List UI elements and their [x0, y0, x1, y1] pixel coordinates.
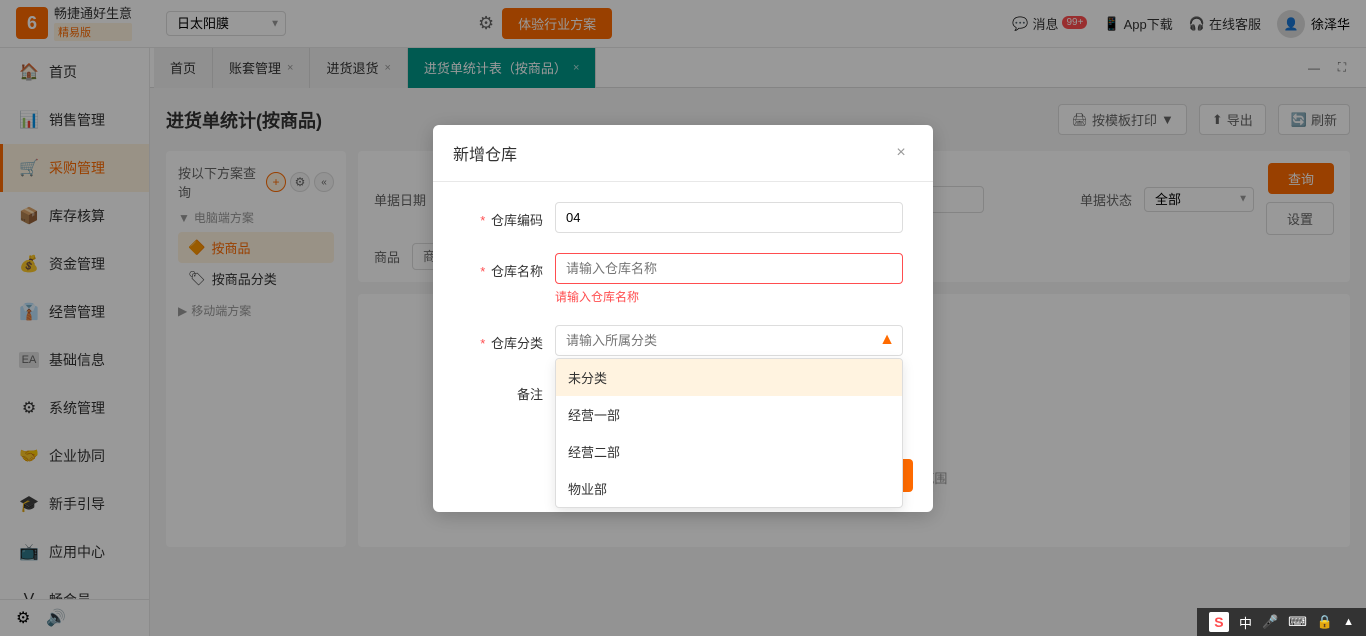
- modal-overlay: 新增仓库 × * 仓库编码 * 仓库名称: [0, 0, 1366, 636]
- warehouse-category-control: ▲ 未分类 经营一部 经营二部 物业部: [555, 325, 903, 356]
- required-star-name: *: [480, 264, 485, 279]
- dropdown-item-dept1[interactable]: 经营一部: [556, 396, 902, 433]
- lock-icon[interactable]: 🔒: [1317, 614, 1333, 630]
- microphone-icon[interactable]: 🎤: [1262, 614, 1278, 630]
- category-input-wrap: ▲: [555, 325, 903, 356]
- warehouse-name-input[interactable]: [555, 253, 903, 284]
- warehouse-code-label: * 仓库编码: [463, 202, 543, 229]
- modal-close-button[interactable]: ×: [889, 141, 913, 165]
- modal-header: 新增仓库 ×: [433, 125, 933, 182]
- required-star-category: *: [480, 336, 485, 351]
- category-toggle-icon[interactable]: ▲: [879, 331, 895, 349]
- warehouse-category-input[interactable]: [555, 325, 903, 356]
- warehouse-name-error: 请输入仓库名称: [555, 288, 903, 305]
- modal-dialog: 新增仓库 × * 仓库编码 * 仓库名称: [433, 125, 933, 512]
- form-row-category: * 仓库分类 ▲ 未分类 经营一部 经营二部 物业部: [463, 325, 903, 356]
- warehouse-category-label: * 仓库分类: [463, 325, 543, 352]
- category-dropdown: 未分类 经营一部 经营二部 物业部: [555, 358, 903, 508]
- keyboard-icon[interactable]: ⌨: [1288, 614, 1307, 630]
- warehouse-code-input[interactable]: [555, 202, 903, 233]
- warehouse-name-label: * 仓库名称: [463, 253, 543, 280]
- warehouse-name-control: 请输入仓库名称: [555, 253, 903, 305]
- remark-label: 备注: [463, 376, 543, 403]
- bottom-bar: S 中 🎤 ⌨ 🔒 ▲: [1197, 608, 1366, 636]
- arrow-up-icon[interactable]: ▲: [1343, 616, 1354, 628]
- modal-title: 新增仓库: [453, 141, 517, 165]
- required-star-code: *: [480, 213, 485, 228]
- ime-language-icon[interactable]: 中: [1239, 613, 1252, 632]
- dropdown-item-dept2[interactable]: 经营二部: [556, 433, 902, 470]
- modal-body: * 仓库编码 * 仓库名称 请输入仓库名称: [433, 182, 933, 447]
- form-row-code: * 仓库编码: [463, 202, 903, 233]
- ime-logo-icon: S: [1209, 612, 1229, 632]
- form-row-name: * 仓库名称 请输入仓库名称: [463, 253, 903, 305]
- dropdown-item-dept3[interactable]: 物业部: [556, 470, 902, 507]
- dropdown-item-uncategorized[interactable]: 未分类: [556, 359, 902, 396]
- warehouse-code-control: [555, 202, 903, 233]
